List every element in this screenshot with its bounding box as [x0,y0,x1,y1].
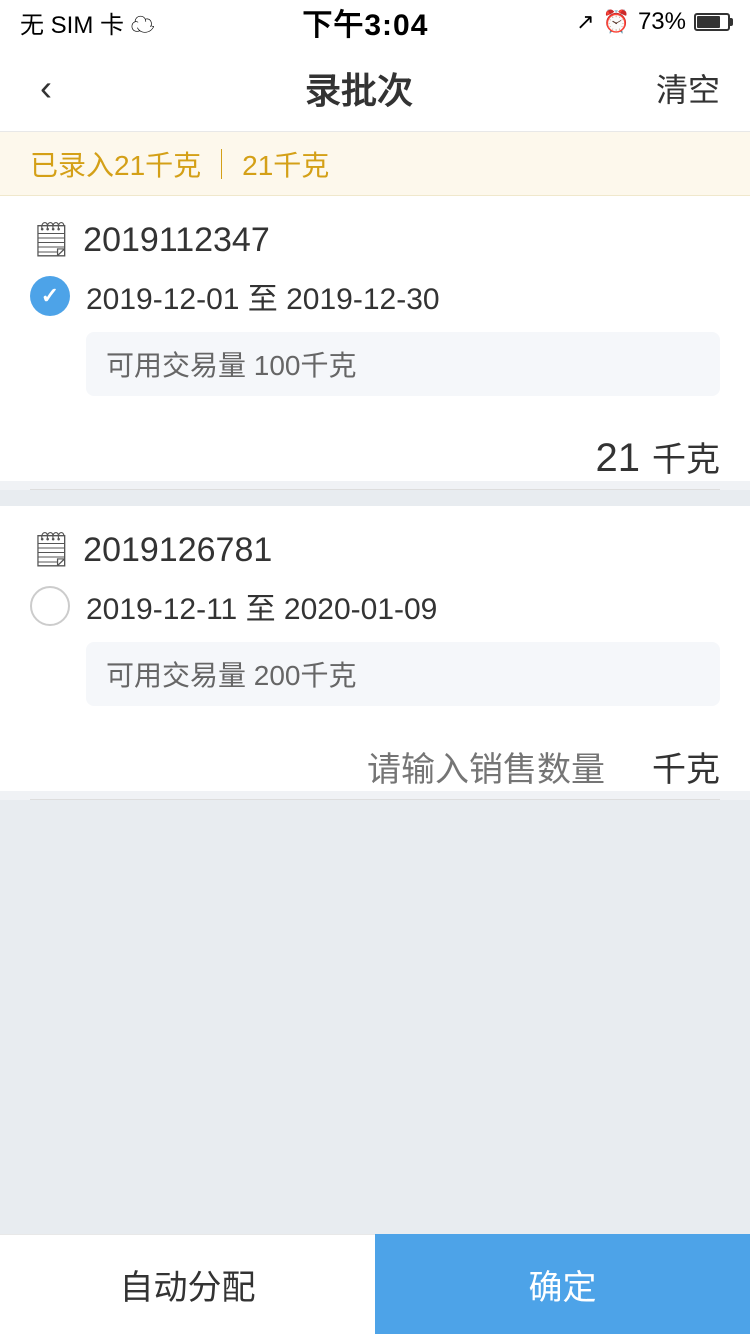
item2-qty-unit: 千克 [652,742,720,791]
item1-qty-unit: 千克 [652,432,720,481]
bottom-bar: 自动分配 确定 [0,1234,750,1334]
radio-unselected-2[interactable] [30,586,70,626]
status-bar: 无 SIM 卡 ☁ 下午3:04 ↗ ⏰ 73% [0,0,750,44]
item1-qty-value: 21 [596,436,641,481]
confirm-button[interactable]: 确定 [375,1234,750,1334]
radio-selected-1[interactable]: ✓ [30,276,70,316]
clear-button[interactable]: 清空 [656,65,720,111]
status-time: 下午3:04 [302,0,428,44]
auto-distribute-button[interactable]: 自动分配 [0,1234,375,1334]
item2-header: 🗒 2019126781 [30,530,720,570]
page-title: 录批次 [305,62,413,114]
item1-qty-row: 21 千克 [0,416,750,481]
back-button[interactable]: ‹ [30,57,62,119]
info-banner: 已录入21千克 21千克 [0,132,750,196]
battery-icon [694,13,730,31]
location-icon: ↗ [576,9,594,35]
status-left: 无 SIM 卡 ☁ [20,5,155,40]
info-divider [221,149,222,179]
item2-row[interactable]: 2019-12-11 至 2020-01-09 [30,584,720,628]
section-separator [0,490,750,506]
recorded-label: 已录入21千克 [30,144,201,184]
batch-item-1: 🗒 2019112347 ✓ 2019-12-01 至 2019-12-30 可… [0,196,750,416]
qty-input-2[interactable] [177,751,620,790]
alarm-icon: ⏰ [603,9,630,35]
empty-area [0,800,750,1240]
item1-id: 2019112347 [83,221,270,260]
nav-bar: ‹ 录批次 清空 [0,44,750,132]
item1-date: 2019-12-01 至 2019-12-30 [86,274,440,318]
item2-id: 2019126781 [83,531,272,570]
item1-available: 可用交易量 100千克 [86,332,720,396]
doc-icon-1: 🗒 [30,220,73,260]
total-label: 21千克 [242,144,329,184]
checkmark-icon: ✓ [41,283,59,309]
sim-signal: 无 SIM 卡 ☁ [20,5,155,40]
item1-header: 🗒 2019112347 [30,220,720,260]
status-right: ↗ ⏰ 73% [576,8,730,36]
item2-date: 2019-12-11 至 2020-01-09 [86,584,437,628]
battery-percent: 73% [638,8,686,36]
item2-available: 可用交易量 200千克 [86,642,720,706]
batch-item-2: 🗒 2019126781 2019-12-11 至 2020-01-09 可用交… [0,506,750,726]
item2-input-row[interactable]: 千克 [0,726,750,791]
doc-icon-2: 🗒 [30,530,73,570]
item1-row[interactable]: ✓ 2019-12-01 至 2019-12-30 [30,274,720,318]
